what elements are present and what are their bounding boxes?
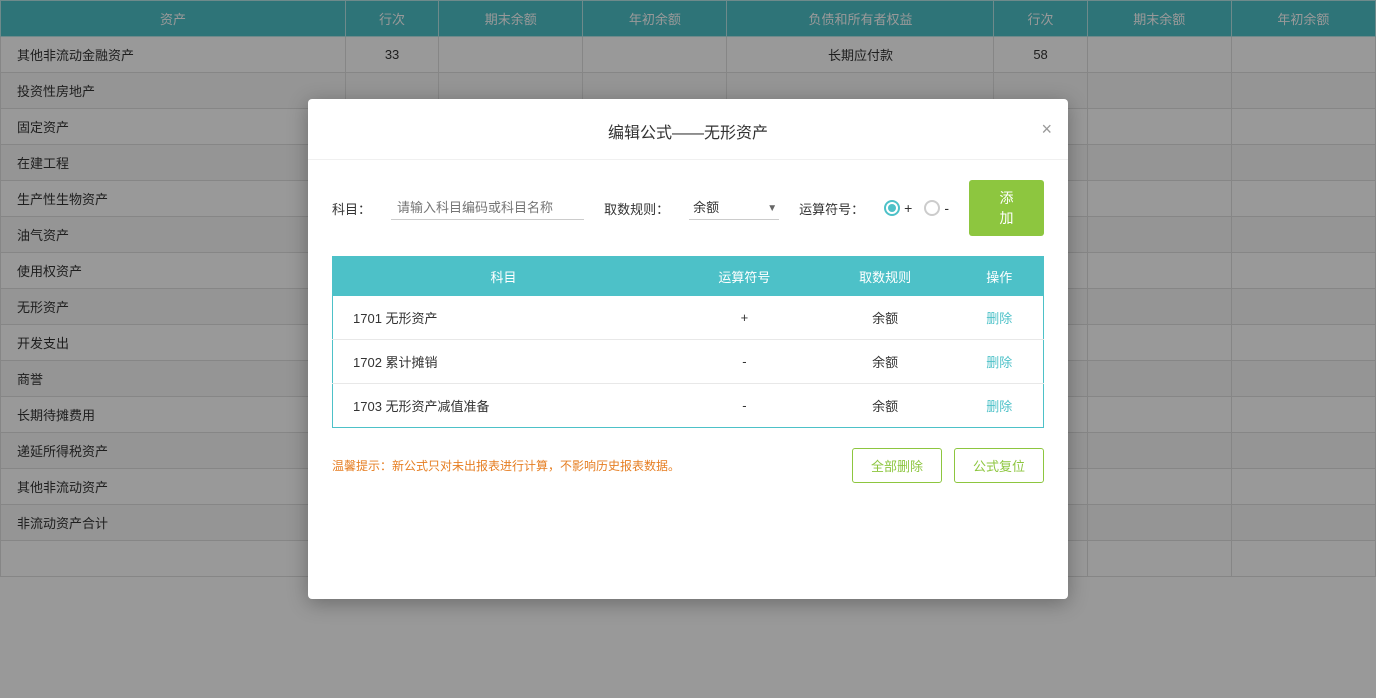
modal-footer: 温馨提示：新公式只对未出报表进行计算，不影响历史报表数据。 全部删除 公式复位	[308, 428, 1068, 493]
reset-formula-button[interactable]: 公式复位	[954, 448, 1044, 483]
col-action: 操作	[956, 257, 1044, 297]
radio-circle-minus	[924, 200, 940, 216]
operator-minus-label: -	[944, 200, 949, 216]
table-row: 1703 无形资产减值准备 - 余额 删除	[333, 384, 1044, 428]
row2-subject: 1702 累计摊销	[333, 340, 675, 384]
row3-action: 删除	[956, 384, 1044, 428]
row1-operator: +	[674, 296, 815, 340]
rule-select[interactable]: 余额 借方发生额 贷方发生额	[689, 196, 779, 220]
formula-form-row: 科目： 取数规则： 余额 借方发生额 贷方发生额 ▼ 运算符号： +	[308, 160, 1068, 256]
formula-table-wrap: 科目 运算符号 取数规则 操作 1701 无形资产 + 余额 删除	[308, 256, 1068, 428]
row2-operator: -	[674, 340, 815, 384]
row1-subject: 1701 无形资产	[333, 296, 675, 340]
formula-table: 科目 运算符号 取数规则 操作 1701 无形资产 + 余额 删除	[332, 256, 1044, 428]
operator-plus-label: +	[904, 200, 912, 216]
rule-select-wrap: 余额 借方发生额 贷方发生额 ▼	[689, 196, 779, 220]
row1-delete-button[interactable]: 删除	[986, 311, 1012, 326]
hint-text: 温馨提示：新公式只对未出报表进行计算，不影响历史报表数据。	[332, 457, 680, 474]
row3-rule: 余额	[815, 384, 956, 428]
operator-label: 运算符号：	[799, 199, 864, 218]
subject-input[interactable]	[391, 196, 584, 220]
modal-title: 编辑公式——无形资产	[608, 125, 768, 142]
row2-delete-button[interactable]: 删除	[986, 355, 1012, 370]
row2-rule: 余额	[815, 340, 956, 384]
rule-label: 取数规则：	[604, 199, 669, 218]
col-rule: 取数规则	[815, 257, 956, 297]
row1-action: 删除	[956, 296, 1044, 340]
delete-all-button[interactable]: 全部删除	[852, 448, 942, 483]
operator-minus-radio[interactable]: -	[924, 200, 949, 216]
table-header-row: 科目 运算符号 取数规则 操作	[333, 257, 1044, 297]
table-row: 1701 无形资产 + 余额 删除	[333, 296, 1044, 340]
table-row: 1702 累计摊销 - 余额 删除	[333, 340, 1044, 384]
row3-delete-button[interactable]: 删除	[986, 399, 1012, 414]
operator-radio-group: + -	[884, 200, 949, 216]
col-subject: 科目	[333, 257, 675, 297]
modal-overlay: 编辑公式——无形资产 × 科目： 取数规则： 余额 借方发生额 贷方发生额 ▼ …	[0, 0, 1376, 698]
radio-circle-plus	[884, 200, 900, 216]
footer-buttons: 全部删除 公式复位	[852, 448, 1044, 483]
row2-action: 删除	[956, 340, 1044, 384]
add-button[interactable]: 添加	[969, 180, 1044, 236]
row1-rule: 余额	[815, 296, 956, 340]
col-operator: 运算符号	[674, 257, 815, 297]
modal-dialog: 编辑公式——无形资产 × 科目： 取数规则： 余额 借方发生额 贷方发生额 ▼ …	[308, 99, 1068, 599]
row3-operator: -	[674, 384, 815, 428]
subject-label: 科目：	[332, 199, 371, 218]
modal-close-button[interactable]: ×	[1041, 120, 1052, 138]
modal-header: 编辑公式——无形资产 ×	[308, 99, 1068, 160]
row3-subject: 1703 无形资产减值准备	[333, 384, 675, 428]
operator-plus-radio[interactable]: +	[884, 200, 912, 216]
